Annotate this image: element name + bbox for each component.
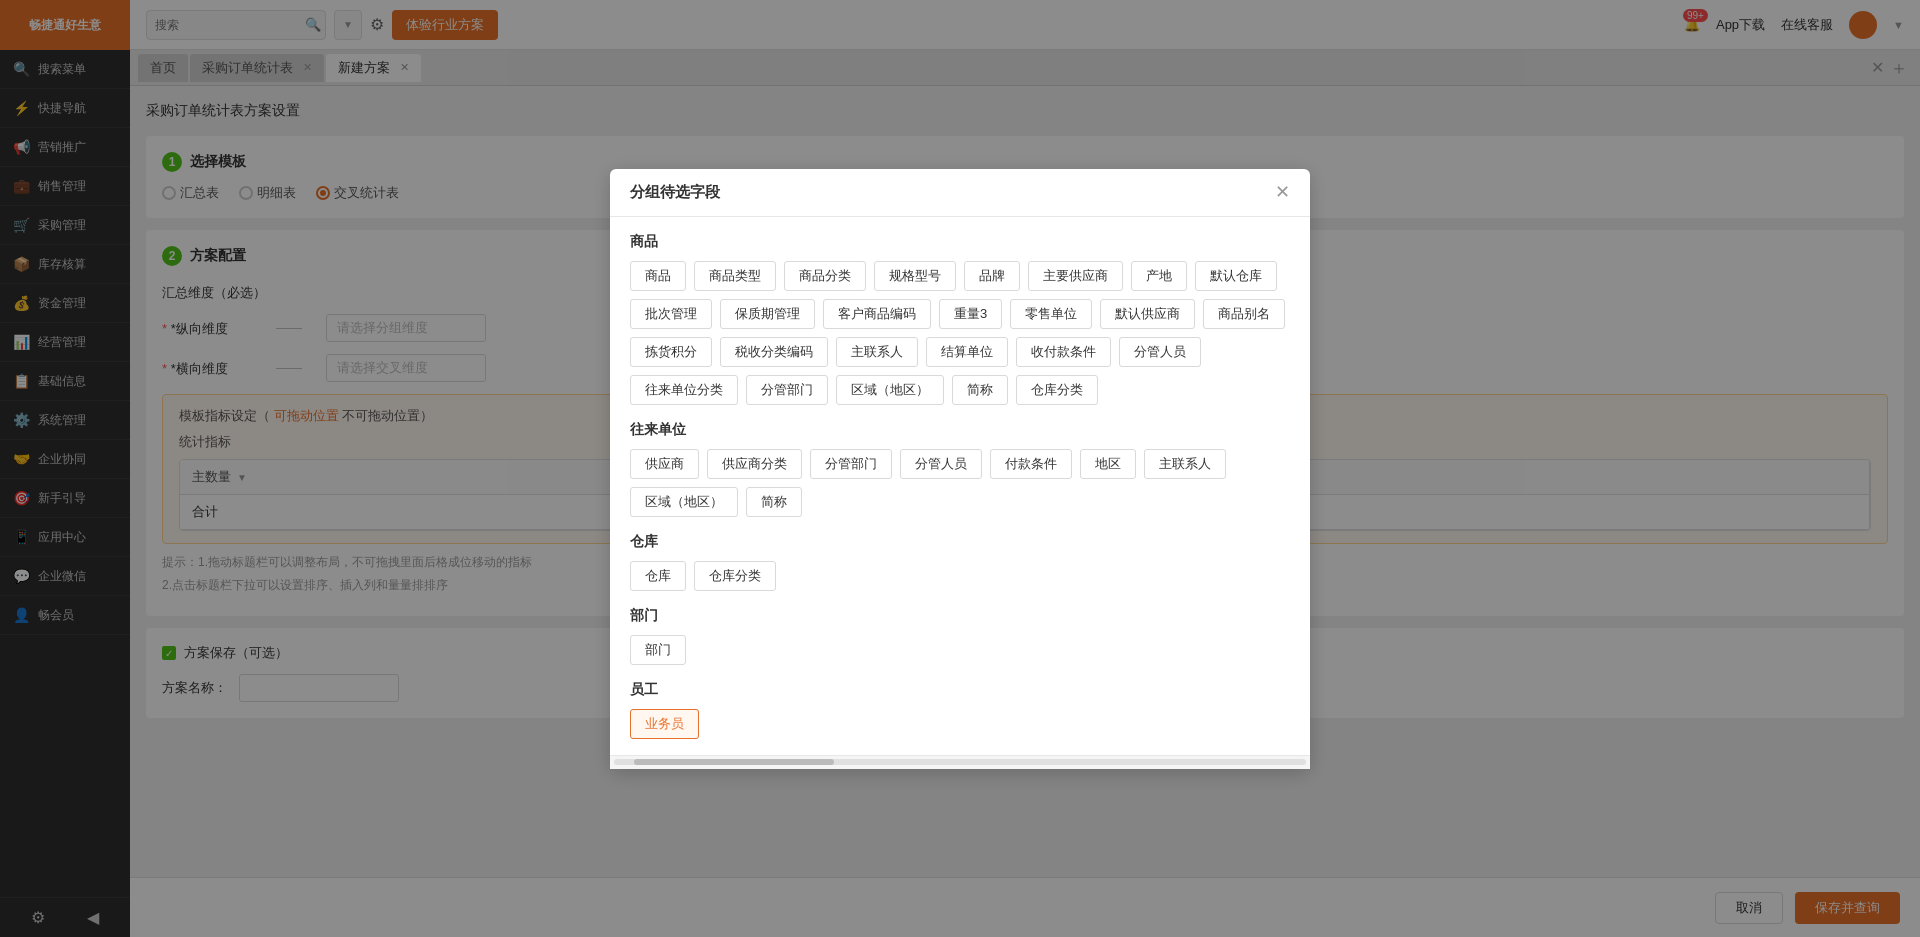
field-tag-0-16[interactable]: 税收分类编码 bbox=[720, 337, 828, 367]
field-tag-0-22[interactable]: 分管部门 bbox=[746, 375, 828, 405]
field-tag-0-17[interactable]: 主联系人 bbox=[836, 337, 918, 367]
field-tag-1-6[interactable]: 主联系人 bbox=[1144, 449, 1226, 479]
field-tag-0-9[interactable]: 保质期管理 bbox=[720, 299, 815, 329]
modal-body[interactable]: 商品商品商品类型商品分类规格型号品牌主要供应商产地默认仓库批次管理保质期管理客户… bbox=[610, 217, 1310, 755]
field-tag-2-0[interactable]: 仓库 bbox=[630, 561, 686, 591]
field-tag-1-2[interactable]: 分管部门 bbox=[810, 449, 892, 479]
field-tag-1-8[interactable]: 简称 bbox=[746, 487, 802, 517]
modal-dialog: 分组待选字段 ✕ 商品商品商品类型商品分类规格型号品牌主要供应商产地默认仓库批次… bbox=[610, 169, 1310, 769]
field-grid-4: 业务员 bbox=[630, 709, 1290, 739]
field-section-1: 往来单位供应商供应商分类分管部门分管人员付款条件地区主联系人区域（地区） 简称 bbox=[630, 421, 1290, 517]
field-tag-0-2[interactable]: 商品分类 bbox=[784, 261, 866, 291]
field-grid-0: 商品商品类型商品分类规格型号品牌主要供应商产地默认仓库批次管理保质期管理客户商品… bbox=[630, 261, 1290, 405]
field-tag-0-6[interactable]: 产地 bbox=[1131, 261, 1187, 291]
field-tag-4-0[interactable]: 业务员 bbox=[630, 709, 699, 739]
modal-header: 分组待选字段 ✕ bbox=[610, 169, 1310, 217]
field-tag-0-7[interactable]: 默认仓库 bbox=[1195, 261, 1277, 291]
field-section-title-0: 商品 bbox=[630, 233, 1290, 251]
field-tag-2-1[interactable]: 仓库分类 bbox=[694, 561, 776, 591]
field-tag-0-10[interactable]: 客户商品编码 bbox=[823, 299, 931, 329]
field-tag-0-18[interactable]: 结算单位 bbox=[926, 337, 1008, 367]
field-tag-0-19[interactable]: 收付款条件 bbox=[1016, 337, 1111, 367]
field-section-title-1: 往来单位 bbox=[630, 421, 1290, 439]
field-tag-0-3[interactable]: 规格型号 bbox=[874, 261, 956, 291]
field-tag-0-0[interactable]: 商品 bbox=[630, 261, 686, 291]
field-tag-1-1[interactable]: 供应商分类 bbox=[707, 449, 802, 479]
field-tag-0-12[interactable]: 零售单位 bbox=[1010, 299, 1092, 329]
modal-title: 分组待选字段 bbox=[630, 183, 720, 202]
field-tag-3-0[interactable]: 部门 bbox=[630, 635, 686, 665]
field-tag-0-5[interactable]: 主要供应商 bbox=[1028, 261, 1123, 291]
field-tag-0-13[interactable]: 默认供应商 bbox=[1100, 299, 1195, 329]
field-section-title-2: 仓库 bbox=[630, 533, 1290, 551]
field-section-3: 部门部门 bbox=[630, 607, 1290, 665]
field-grid-3: 部门 bbox=[630, 635, 1290, 665]
field-section-title-4: 员工 bbox=[630, 681, 1290, 699]
field-tag-0-4[interactable]: 品牌 bbox=[964, 261, 1020, 291]
field-tag-0-1[interactable]: 商品类型 bbox=[694, 261, 776, 291]
field-tag-0-24[interactable]: 简称 bbox=[952, 375, 1008, 405]
field-grid-1: 供应商供应商分类分管部门分管人员付款条件地区主联系人区域（地区） 简称 bbox=[630, 449, 1290, 517]
field-grid-2: 仓库仓库分类 bbox=[630, 561, 1290, 591]
field-tag-0-21[interactable]: 往来单位分类 bbox=[630, 375, 738, 405]
field-tag-1-7[interactable]: 区域（地区） bbox=[630, 487, 738, 517]
field-tag-1-5[interactable]: 地区 bbox=[1080, 449, 1136, 479]
field-section-2: 仓库仓库仓库分类 bbox=[630, 533, 1290, 591]
field-section-title-3: 部门 bbox=[630, 607, 1290, 625]
field-tag-0-11[interactable]: 重量3 bbox=[939, 299, 1002, 329]
field-tag-1-0[interactable]: 供应商 bbox=[630, 449, 699, 479]
scroll-thumb[interactable] bbox=[634, 759, 834, 765]
field-tag-0-14[interactable]: 商品别名 bbox=[1203, 299, 1285, 329]
scroll-track bbox=[614, 759, 1306, 765]
modal-close-icon[interactable]: ✕ bbox=[1275, 183, 1290, 201]
field-tag-1-4[interactable]: 付款条件 bbox=[990, 449, 1072, 479]
field-section-0: 商品商品商品类型商品分类规格型号品牌主要供应商产地默认仓库批次管理保质期管理客户… bbox=[630, 233, 1290, 405]
field-tag-0-23[interactable]: 区域（地区） bbox=[836, 375, 944, 405]
field-section-4: 员工业务员 bbox=[630, 681, 1290, 739]
field-tag-0-15[interactable]: 拣货积分 bbox=[630, 337, 712, 367]
modal-footer-scrollbar[interactable] bbox=[610, 755, 1310, 769]
field-tag-1-3[interactable]: 分管人员 bbox=[900, 449, 982, 479]
field-tag-0-25[interactable]: 仓库分类 bbox=[1016, 375, 1098, 405]
field-tag-0-20[interactable]: 分管人员 bbox=[1119, 337, 1201, 367]
field-tag-0-8[interactable]: 批次管理 bbox=[630, 299, 712, 329]
modal-overlay: 分组待选字段 ✕ 商品商品商品类型商品分类规格型号品牌主要供应商产地默认仓库批次… bbox=[0, 0, 1920, 937]
